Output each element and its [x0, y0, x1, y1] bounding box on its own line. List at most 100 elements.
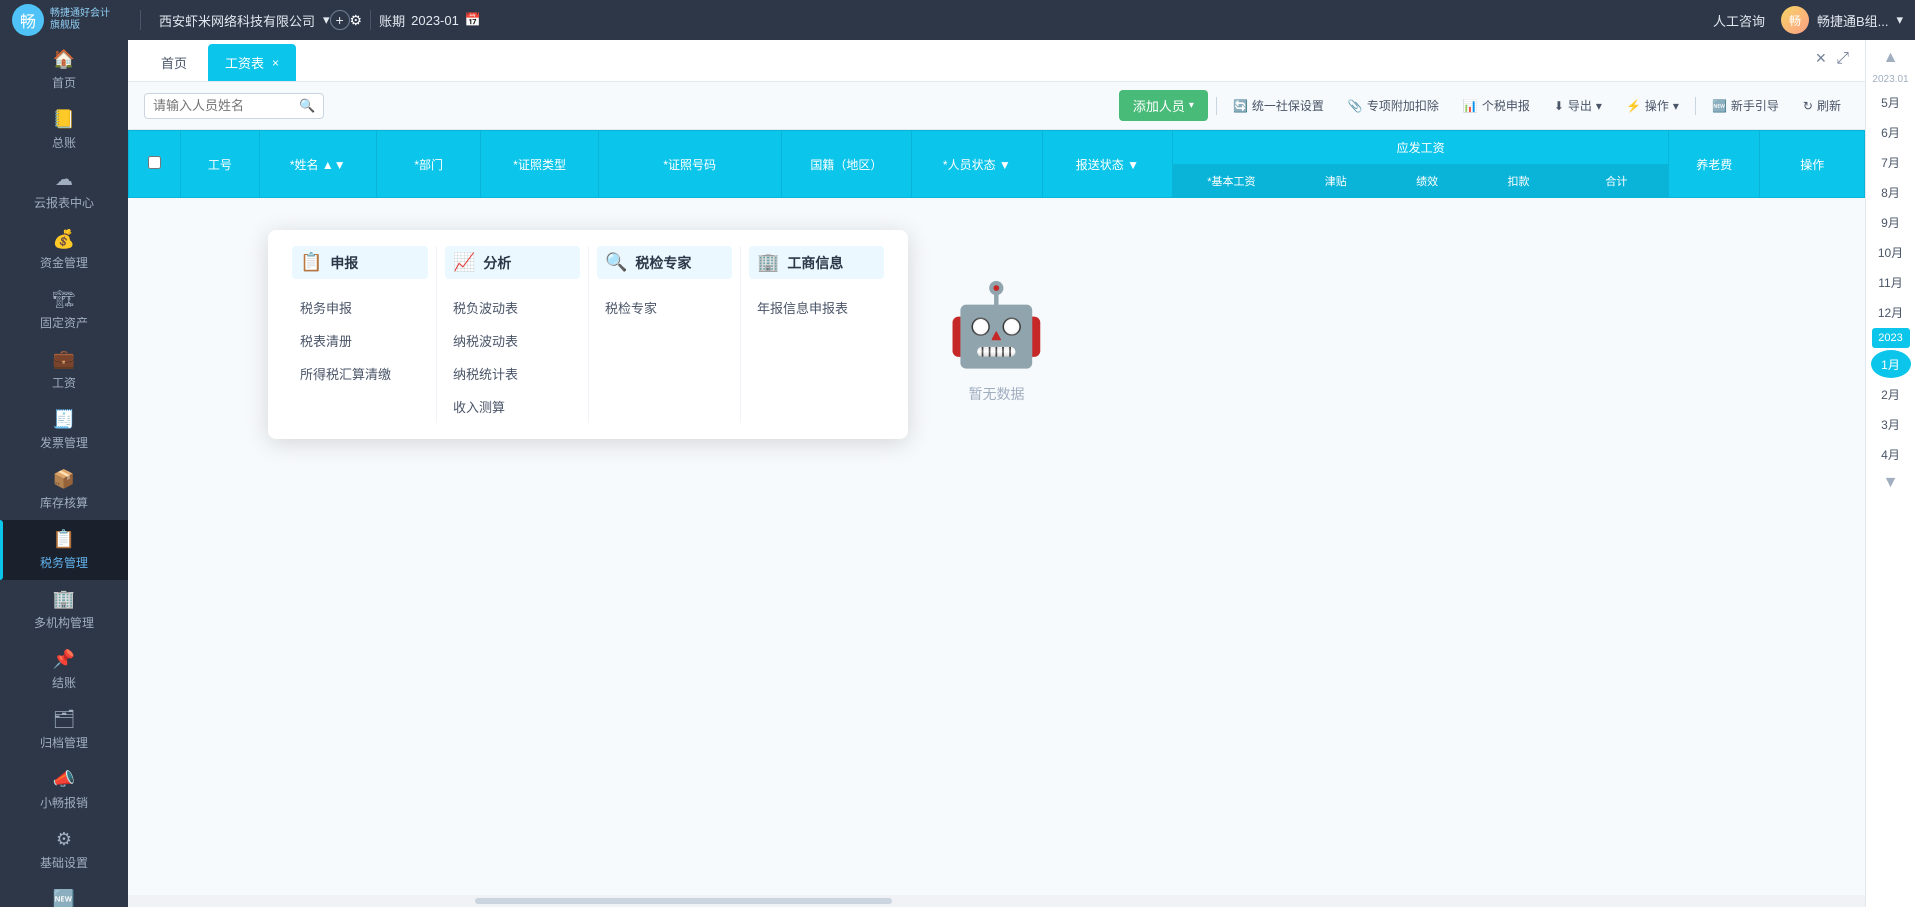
- sidebar-item-tax[interactable]: 📋 税务管理: [0, 520, 128, 580]
- date-month-12[interactable]: 12月: [1871, 298, 1911, 326]
- sidebar-item-home[interactable]: 🏠 首页: [0, 40, 128, 100]
- tab-salary-label: 工资表: [225, 53, 264, 72]
- tab-home[interactable]: 首页: [144, 44, 204, 81]
- date-month-6[interactable]: 6月: [1871, 118, 1911, 146]
- date-month-2[interactable]: 2月: [1871, 380, 1911, 408]
- dropdown-item-income-estimate[interactable]: 收入测算: [445, 390, 580, 423]
- th-name: *姓名 ▲▼: [259, 131, 376, 198]
- sidebar-item-cloud[interactable]: ☁ 云报表中心: [0, 160, 128, 220]
- asset-icon: 🏗: [53, 289, 76, 310]
- tab-close-btn[interactable]: ×: [272, 56, 279, 70]
- settings-icon[interactable]: ⚙: [350, 12, 363, 29]
- sidebar: 🏠 首页 📒 总账 ☁ 云报表中心 💰 资金管理 🏗 固定资产 💼 工资 🧾 发…: [0, 40, 128, 907]
- dropdown-item-tax-table[interactable]: 税表清册: [292, 324, 428, 357]
- sidebar-item-label: 结账: [52, 674, 76, 691]
- company-selector[interactable]: 西安虾米网络科技有限公司 ▾: [159, 11, 330, 30]
- date-month-5[interactable]: 5月: [1871, 88, 1911, 116]
- fund-icon: 💰: [53, 229, 75, 250]
- date-month-9[interactable]: 9月: [1871, 208, 1911, 236]
- year-2022-label: 2023.01: [1872, 72, 1908, 87]
- date-month-11[interactable]: 11月: [1871, 268, 1911, 296]
- topbar-sep-2: [370, 10, 371, 30]
- th-salary-group: 应发工资: [1173, 131, 1669, 165]
- user-info[interactable]: 畅 畅捷通B组... ▾: [1781, 6, 1903, 34]
- tab-salary-table[interactable]: 工资表 ×: [208, 44, 296, 81]
- dropdown-item-annual-report[interactable]: 年报信息申报表: [749, 291, 884, 324]
- sidebar-item-settings[interactable]: ⚙ 基础设置: [0, 820, 128, 880]
- sidebar-item-label: 多机构管理: [34, 614, 94, 631]
- sidebar-item-inventory[interactable]: 📦 库存核算: [0, 460, 128, 520]
- th-region: 国籍（地区）: [781, 131, 912, 198]
- dropdown-item-tax-check[interactable]: 税检专家: [597, 291, 732, 324]
- sidebar-item-guide[interactable]: 🆕 新手引导: [0, 880, 128, 907]
- sidebar-item-label: 小畅报销: [40, 794, 88, 811]
- current-year-label: 2023: [1872, 328, 1910, 348]
- dropdown-item-tax-declare[interactable]: 税务申报: [292, 291, 428, 324]
- date-month-1-active[interactable]: 1月: [1871, 350, 1911, 378]
- app-name: 畅捷通好会计 旗舰版: [50, 8, 110, 32]
- sidebar-item-ledger[interactable]: 📒 总账: [0, 100, 128, 160]
- sidebar-item-closing[interactable]: 📌 结账: [0, 640, 128, 700]
- sidebar-item-label: 首页: [52, 74, 76, 91]
- sidebar-item-invoice[interactable]: 🧾 发票管理: [0, 400, 128, 460]
- refresh-icon: ↻: [1803, 99, 1813, 113]
- th-id-num: *证照号码: [598, 131, 781, 198]
- customer-service-btn[interactable]: 人工咨询: [1713, 11, 1765, 30]
- sidebar-item-label: 基础设置: [40, 854, 88, 871]
- business-info-section-icon: 🏢: [757, 252, 779, 273]
- cloud-icon: ☁: [55, 169, 73, 190]
- app-body: 🏠 首页 📒 总账 ☁ 云报表中心 💰 资金管理 🏗 固定资产 💼 工资 🧾 发…: [0, 40, 1915, 907]
- new-guide-icon: 🆕: [1712, 99, 1727, 113]
- tab-window-close-btn[interactable]: ×: [1816, 48, 1827, 69]
- period-label: 账期: [379, 11, 405, 30]
- sidebar-item-label: 税务管理: [40, 554, 88, 571]
- dropdown-item-income-tax[interactable]: 所得税汇算清缴: [292, 357, 428, 390]
- ledger-icon: 📒: [53, 109, 75, 130]
- sidebar-item-xiaochang[interactable]: 📣 小畅报销: [0, 760, 128, 820]
- calendar-icon[interactable]: 📅: [465, 12, 481, 28]
- dropdown-item-tax-burden[interactable]: 税负波动表: [445, 291, 580, 324]
- export-chevron-icon: ▾: [1596, 99, 1602, 113]
- date-month-3[interactable]: 3月: [1871, 410, 1911, 438]
- special-deduction-btn[interactable]: 📎 专项附加扣除: [1340, 93, 1447, 118]
- topbar-right-actions: 人工咨询 畅 畅捷通B组... ▾: [1713, 6, 1903, 34]
- search-wrap[interactable]: 🔍: [144, 93, 324, 119]
- date-month-8[interactable]: 8月: [1871, 178, 1911, 206]
- th-base-salary: *基本工资: [1173, 165, 1290, 198]
- chevron-down-icon[interactable]: ▾: [323, 12, 330, 28]
- sidebar-item-archive[interactable]: 🗂 归档管理: [0, 700, 128, 760]
- period-selector[interactable]: 账期 2023-01 📅: [379, 11, 481, 30]
- date-nav-up[interactable]: ▲: [1877, 44, 1905, 72]
- unified-insurance-btn[interactable]: 🔄 统一社保设置: [1225, 93, 1332, 118]
- sidebar-item-asset[interactable]: 🏗 固定资产: [0, 280, 128, 340]
- dropdown-item-tax-payment[interactable]: 纳税波动表: [445, 324, 580, 357]
- add-company-button[interactable]: +: [330, 10, 350, 30]
- toolbar-separator-1: [1216, 97, 1217, 115]
- operations-btn[interactable]: ⚡ 操作 ▾: [1618, 93, 1687, 118]
- new-guide-btn[interactable]: 🆕 新手引导: [1704, 93, 1787, 118]
- topbar: 畅 畅捷通好会计 旗舰版 西安虾米网络科技有限公司 ▾ + ⚙ 账期 2023-…: [0, 0, 1915, 40]
- individual-tax-btn[interactable]: 📊 个税申报: [1455, 93, 1538, 118]
- add-person-button[interactable]: 添加人员 ▾: [1119, 90, 1208, 121]
- date-month-10[interactable]: 10月: [1871, 238, 1911, 266]
- date-month-4[interactable]: 4月: [1871, 440, 1911, 468]
- toolbar-separator-2: [1695, 97, 1696, 115]
- dropdown-item-tax-stats[interactable]: 纳税统计表: [445, 357, 580, 390]
- date-month-7[interactable]: 7月: [1871, 148, 1911, 176]
- dropdown-section-analysis-title: 📈 分析: [445, 246, 580, 279]
- th-operation: 操作: [1760, 131, 1865, 198]
- sidebar-item-fund[interactable]: 💰 资金管理: [0, 220, 128, 280]
- search-input[interactable]: [153, 98, 293, 113]
- sidebar-item-multi-org[interactable]: 🏢 多机构管理: [0, 580, 128, 640]
- export-btn[interactable]: ⬇ 导出 ▾: [1546, 93, 1610, 118]
- date-nav-down[interactable]: ▼: [1877, 469, 1905, 497]
- user-chevron-icon[interactable]: ▾: [1896, 12, 1903, 28]
- analysis-section-icon: 📈: [453, 252, 475, 273]
- sidebar-item-salary[interactable]: 💼 工资: [0, 340, 128, 400]
- th-checkbox[interactable]: [129, 131, 181, 198]
- horizontal-scrollbar[interactable]: [128, 895, 1865, 907]
- tab-expand-btn[interactable]: ⤢: [1836, 50, 1849, 68]
- select-all-checkbox[interactable]: [148, 156, 161, 169]
- archive-icon: 🗂: [53, 709, 76, 730]
- refresh-btn[interactable]: ↻ 刷新: [1795, 93, 1849, 118]
